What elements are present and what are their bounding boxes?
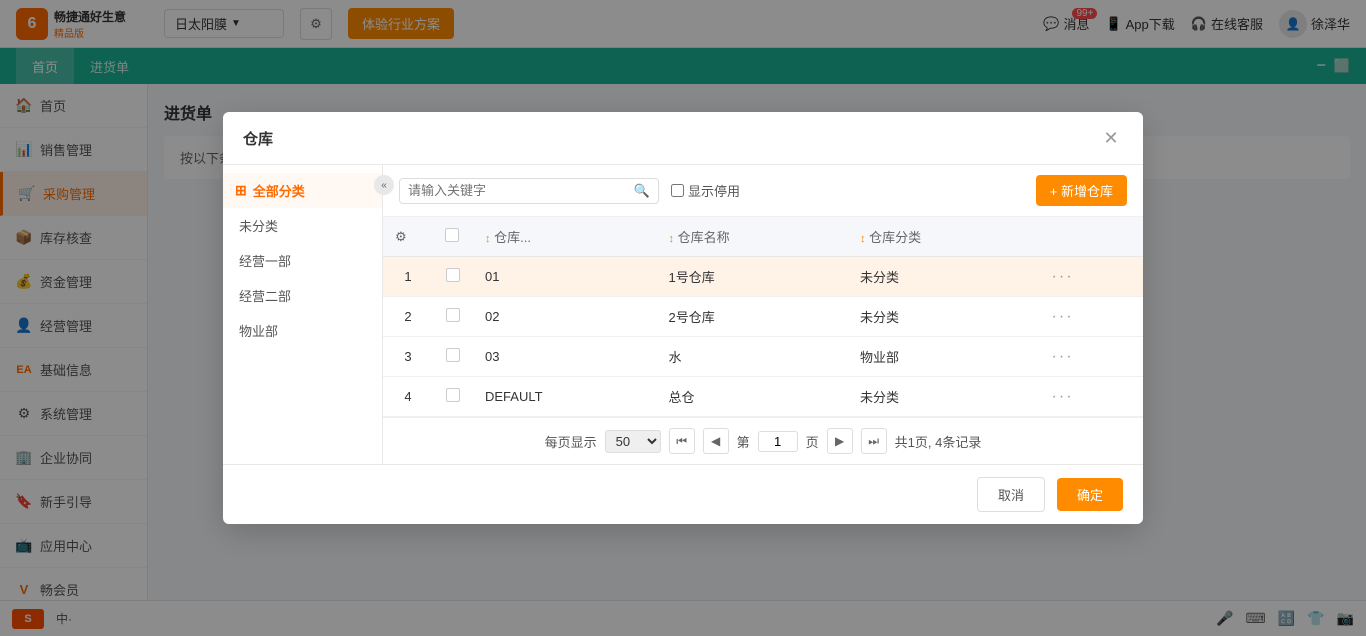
table-row[interactable]: 3 03 水 物业部 ···: [383, 337, 1143, 377]
last-page-button[interactable]: ⏭: [861, 428, 887, 454]
td-code: 02: [473, 297, 657, 337]
search-box: 🔍: [399, 178, 659, 204]
td-name: 1号仓库: [657, 257, 849, 297]
sort-icon-code: ↕: [485, 233, 491, 245]
td-category: 未分类: [848, 257, 1040, 297]
modal-toolbar: 🔍 显示停用 + 新增仓库: [383, 165, 1143, 217]
td-row-actions[interactable]: ···: [1040, 297, 1143, 337]
td-code: 03: [473, 337, 657, 377]
category-collapse-button[interactable]: «: [374, 175, 394, 195]
total-info: 共1页, 4条记录: [895, 432, 982, 451]
th-actions: [1040, 217, 1143, 257]
category-all-label: 全部分类: [253, 181, 305, 200]
per-page-select[interactable]: 50 20 100: [605, 430, 661, 453]
modal-header: 仓库 ✕: [223, 112, 1143, 165]
search-icon: 🔍: [634, 183, 650, 199]
show-disabled-checkbox[interactable]: 显示停用: [671, 181, 740, 200]
td-index: 4: [383, 377, 433, 417]
category-panel: ⊞ 全部分类 « 未分类 经营一部 经营二部 物业部: [223, 165, 383, 464]
th-category: ↕ 仓库分类: [848, 217, 1040, 257]
td-row-actions[interactable]: ···: [1040, 257, 1143, 297]
td-name: 水: [657, 337, 849, 377]
add-warehouse-button[interactable]: + 新增仓库: [1036, 175, 1127, 206]
category-header[interactable]: ⊞ 全部分类: [223, 173, 382, 208]
page-label-after: 页: [806, 432, 819, 451]
next-page-button[interactable]: ▶: [827, 428, 853, 454]
td-row-actions[interactable]: ···: [1040, 337, 1143, 377]
select-all-checkbox[interactable]: [445, 228, 459, 242]
modal-body: ⊞ 全部分类 « 未分类 经营一部 经营二部 物业部 🔍: [223, 165, 1143, 464]
table-header-row: ⚙ ↕ 仓库... ↕: [383, 217, 1143, 257]
td-row-actions[interactable]: ···: [1040, 377, 1143, 417]
td-checkbox[interactable]: [433, 337, 473, 377]
table-row[interactable]: 2 02 2号仓库 未分类 ···: [383, 297, 1143, 337]
td-index: 1: [383, 257, 433, 297]
modal-title: 仓库: [243, 128, 273, 149]
confirm-button[interactable]: 确定: [1057, 478, 1123, 511]
category-item-operations1[interactable]: 经营一部: [223, 243, 382, 278]
search-input[interactable]: [408, 183, 628, 198]
row-checkbox[interactable]: [446, 308, 460, 322]
td-category: 未分类: [848, 297, 1040, 337]
td-index: 3: [383, 337, 433, 377]
sort-icon-category: ↕: [860, 233, 866, 245]
row-checkbox[interactable]: [446, 268, 460, 282]
category-item-property[interactable]: 物业部: [223, 313, 382, 348]
td-checkbox[interactable]: [433, 297, 473, 337]
td-category: 物业部: [848, 337, 1040, 377]
show-disabled-label: 显示停用: [688, 181, 740, 200]
grid-icon: ⊞: [235, 182, 247, 199]
cancel-button[interactable]: 取消: [977, 477, 1045, 512]
th-checkbox[interactable]: [433, 217, 473, 257]
current-page-input[interactable]: [758, 431, 798, 452]
warehouse-table: ⚙ ↕ 仓库... ↕: [383, 217, 1143, 417]
td-code: 01: [473, 257, 657, 297]
sort-icon-name: ↕: [669, 233, 675, 245]
category-item-unclassified[interactable]: 未分类: [223, 208, 382, 243]
td-code: DEFAULT: [473, 377, 657, 417]
td-name: 2号仓库: [657, 297, 849, 337]
row-checkbox[interactable]: [446, 348, 460, 362]
page-label-before: 第: [737, 432, 750, 451]
td-checkbox[interactable]: [433, 377, 473, 417]
first-page-button[interactable]: ⏮: [669, 428, 695, 454]
td-index: 2: [383, 297, 433, 337]
td-category: 未分类: [848, 377, 1040, 417]
th-code: ↕ 仓库...: [473, 217, 657, 257]
modal-close-button[interactable]: ✕: [1099, 126, 1123, 150]
warehouse-modal: 仓库 ✕ ⊞ 全部分类 « 未分类 经营一部 经营二部 物业部: [223, 112, 1143, 524]
row-checkbox[interactable]: [446, 388, 460, 402]
th-name: ↕ 仓库名称: [657, 217, 849, 257]
table-row[interactable]: 1 01 1号仓库 未分类 ···: [383, 257, 1143, 297]
prev-page-button[interactable]: ◀: [703, 428, 729, 454]
table-row[interactable]: 4 DEFAULT 总仓 未分类 ···: [383, 377, 1143, 417]
modal-overlay[interactable]: 仓库 ✕ ⊞ 全部分类 « 未分类 经营一部 经营二部 物业部: [0, 0, 1366, 636]
th-settings: ⚙: [383, 217, 433, 257]
disabled-checkbox-input[interactable]: [671, 184, 684, 197]
td-checkbox[interactable]: [433, 257, 473, 297]
settings-th-icon: ⚙: [395, 229, 407, 244]
modal-footer: 取消 确定: [223, 464, 1143, 524]
per-page-label: 每页显示: [545, 432, 597, 451]
category-item-operations2[interactable]: 经营二部: [223, 278, 382, 313]
modal-right-content: 🔍 显示停用 + 新增仓库 ⚙: [383, 165, 1143, 464]
td-name: 总仓: [657, 377, 849, 417]
modal-pagination: 每页显示 50 20 100 ⏮ ◀ 第 页 ▶ ⏭ 共1页, 4条记录: [383, 417, 1143, 464]
